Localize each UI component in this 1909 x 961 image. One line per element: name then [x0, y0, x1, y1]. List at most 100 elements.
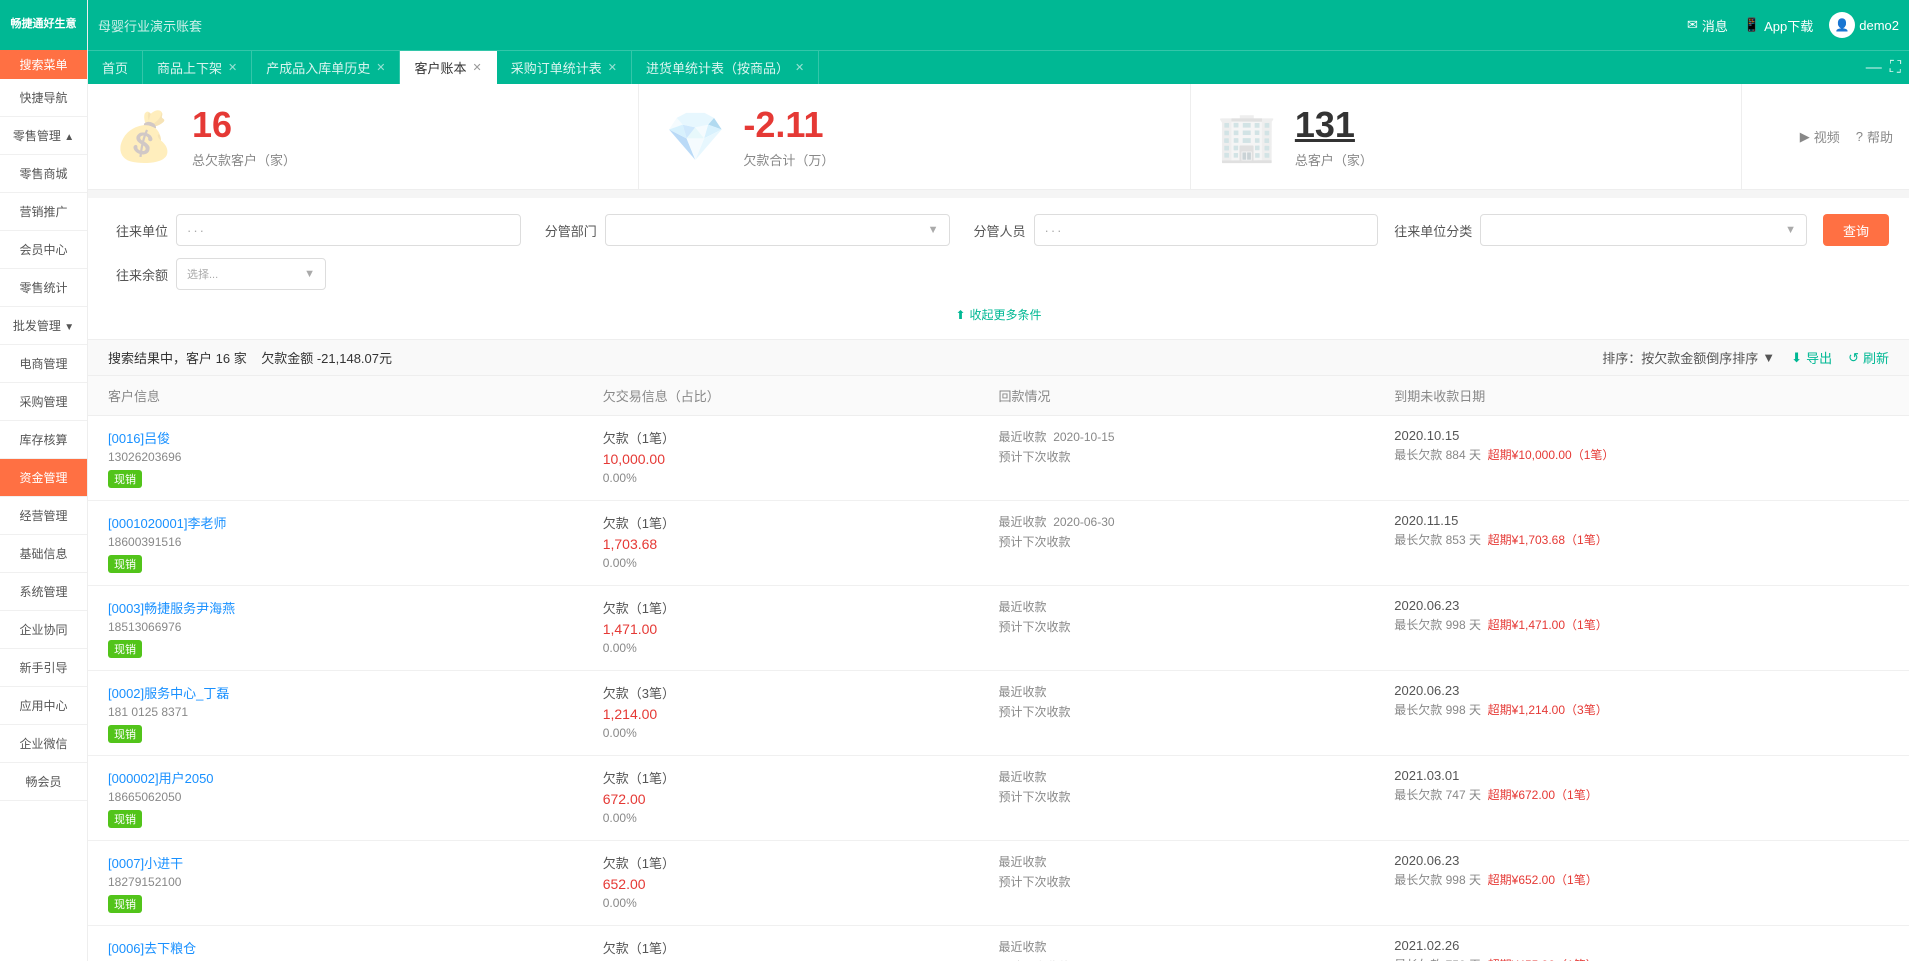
sidebar-search[interactable]: 搜索菜单 — [0, 50, 87, 79]
sidebar-item-inventory[interactable]: 库存核算 — [0, 421, 87, 459]
last-payment-0: 最近收款 2020-10-15 — [999, 428, 1395, 445]
sidebar-item-quick-nav[interactable]: 快捷导航 — [0, 79, 87, 117]
dept-label: 分管部门 — [537, 221, 597, 240]
source-unit-input[interactable]: ··· — [176, 214, 521, 246]
overdue-amount-5[interactable]: 超期¥652.00（1笔） — [1488, 873, 1598, 887]
sidebar-item-member-center[interactable]: 会员中心 — [0, 231, 87, 269]
tab-produce-history-label: 产成品入库单历史 — [266, 58, 370, 77]
customer-name-1[interactable]: [0001020001]李老师 — [108, 513, 603, 532]
refresh-button[interactable]: ↺ 刷新 — [1848, 348, 1889, 367]
user-menu[interactable]: 👤 demo2 — [1829, 12, 1899, 38]
total-customers-label: 总客户（家） — [1295, 150, 1373, 169]
results-bar: 搜索结果中，客户 16 家 欠款金额 -21,148.07元 排序：按欠款金额倒… — [88, 339, 1909, 376]
customer-name-2[interactable]: [0003]畅捷服务尹海燕 — [108, 598, 603, 617]
debt-cell-3: 欠款（3笔） 1,214.00 0.00% — [603, 683, 999, 740]
sidebar-item-capital-mgmt[interactable]: 资金管理 — [0, 459, 87, 497]
person-input[interactable]: ··· — [1034, 214, 1379, 246]
app-subtitle: 母婴行业演示账套 — [98, 16, 202, 35]
help-button[interactable]: ? 帮助 — [1856, 127, 1893, 146]
sidebar-item-enterprise-wx[interactable]: 企业微信 — [0, 725, 87, 763]
sidebar-item-retail-mgmt[interactable]: 零售管理 ▲ — [0, 117, 87, 155]
customer-name-6[interactable]: [0006]去下粮仓 — [108, 938, 603, 957]
tab-minimize-icon[interactable]: — — [1866, 59, 1882, 77]
next-payment-5: 预计下次收款 — [999, 873, 1395, 890]
dept-select[interactable]: ▼ — [605, 214, 950, 246]
sidebar-item-batch-mgmt[interactable]: 批发管理 ▼ — [0, 307, 87, 345]
due-date-1: 2020.11.15 — [1394, 513, 1889, 528]
overdue-info-5: 最长欠款 998 天 超期¥652.00（1笔） — [1394, 871, 1889, 888]
sidebar-item-app-center[interactable]: 应用中心 — [0, 687, 87, 725]
customer-cell-2: [0003]畅捷服务尹海燕 18513066976 现销 — [108, 598, 603, 658]
unit-type-select[interactable]: ▼ — [1480, 214, 1807, 246]
sidebar-item-retail-stats[interactable]: 零售统计 — [0, 269, 87, 307]
collapse-button[interactable]: ⬆ 收起更多条件 — [955, 306, 1041, 323]
customer-name-5[interactable]: [0007]小进干 — [108, 853, 603, 872]
customer-name-4[interactable]: [000002]用户2050 — [108, 768, 603, 787]
close-icon[interactable]: ✕ — [228, 61, 237, 74]
table-row: [0002]服务中心_丁磊 181 0125 8371 现销 欠款（3笔） 1,… — [88, 671, 1909, 756]
overdue-amount-3[interactable]: 超期¥1,214.00（3笔） — [1488, 703, 1608, 717]
payback-cell-2: 最近收款 预计下次收款 — [999, 598, 1395, 635]
debt-cell-2: 欠款（1笔） 1,471.00 0.00% — [603, 598, 999, 655]
tab-product-off[interactable]: 商品上下架 ✕ — [143, 51, 252, 85]
overdue-amount-4[interactable]: 超期¥672.00（1笔） — [1488, 788, 1598, 802]
app-download-button[interactable]: 📱 App下载 — [1744, 16, 1813, 35]
customer-cell-5: [0007]小进干 18279152100 现销 — [108, 853, 603, 913]
overdue-amount-2[interactable]: 超期¥1,471.00（1笔） — [1488, 618, 1608, 632]
sidebar-item-marketing[interactable]: 营销推广 — [0, 193, 87, 231]
due-cell-6: 2021.02.26 最长欠款 750 天 超期¥455.90（1笔） — [1394, 938, 1889, 961]
balance-select[interactable]: 选择... ▼ — [176, 258, 326, 290]
sidebar-item-purchase-mgmt[interactable]: 采购管理 — [0, 383, 87, 421]
filter-row-2: 往来余额 选择... ▼ — [108, 258, 1889, 290]
tab-incoming-stat[interactable]: 进货单统计表（按商品） ✕ — [632, 51, 819, 85]
due-date-2: 2020.06.23 — [1394, 598, 1889, 613]
overdue-amount-0[interactable]: 超期¥10,000.00（1笔） — [1488, 448, 1615, 462]
tab-maximize-icon[interactable]: ⛶ — [1890, 59, 1901, 77]
sidebar-item-operations[interactable]: 经营管理 — [0, 497, 87, 535]
sidebar-item-new-guide[interactable]: 新手引导 — [0, 649, 87, 687]
debt-percent-0: 0.00% — [603, 471, 999, 485]
debt-amount-3: 1,214.00 — [603, 706, 999, 722]
sidebar-item-basic-info[interactable]: 基础信息 — [0, 535, 87, 573]
stat-card-total-customers: 🏢 131 总客户（家） — [1191, 84, 1742, 189]
message-button[interactable]: ✉ 消息 — [1687, 16, 1728, 35]
query-button[interactable]: 查询 — [1823, 214, 1889, 246]
tab-product-off-label: 商品上下架 — [157, 58, 222, 77]
overdue-info-6: 最长欠款 750 天 超期¥455.90（1笔） — [1394, 956, 1889, 961]
export-button[interactable]: ⬇ 导出 — [1791, 348, 1832, 367]
close-icon[interactable]: ✕ — [795, 61, 804, 74]
debt-label-0: 欠款（1笔） — [603, 428, 999, 447]
tab-produce-history[interactable]: 产成品入库单历史 ✕ — [252, 51, 400, 85]
filter-person: 分管人员 ··· — [966, 214, 1379, 246]
sidebar: 畅捷通好生意 搜索菜单 快捷导航 零售管理 ▲ 零售商城 营销推广 会员中心 零… — [0, 0, 88, 961]
customer-name-3[interactable]: [0002]服务中心_丁磊 — [108, 683, 603, 702]
sidebar-item-ecommerce[interactable]: 电商管理 — [0, 345, 87, 383]
table-row: [0007]小进干 18279152100 现销 欠款（1笔） 652.00 0… — [88, 841, 1909, 926]
sidebar-item-system-mgmt[interactable]: 系统管理 — [0, 573, 87, 611]
overdue-amount-1[interactable]: 超期¥1,703.68（1笔） — [1488, 533, 1608, 547]
customer-phone-2: 18513066976 — [108, 620, 603, 634]
sort-selector[interactable]: 排序：按欠款金额倒序排序 ▼ — [1602, 348, 1775, 367]
close-icon[interactable]: ✕ — [376, 61, 385, 74]
customer-table: 客户信息 欠交易信息（占比） 回款情况 到期未收款日期 [0016]吕俊 130… — [88, 376, 1909, 961]
sidebar-item-member-vip[interactable]: 畅会员 — [0, 763, 87, 801]
last-payment-6: 最近收款 — [999, 938, 1395, 955]
stat-card-debt-total: 💎 -2.11 欠款合计（万） — [639, 84, 1190, 189]
close-icon[interactable]: ✕ — [608, 61, 617, 74]
video-help-button[interactable]: ▶ 视频 — [1800, 127, 1840, 146]
tab-customer-account[interactable]: 客户账本 ✕ — [400, 51, 496, 85]
debt-label-5: 欠款（1笔） — [603, 853, 999, 872]
debt-amount-5: 652.00 — [603, 876, 999, 892]
payback-cell-0: 最近收款 2020-10-15 预计下次收款 — [999, 428, 1395, 465]
tab-purchase-order[interactable]: 采购订单统计表 ✕ — [497, 51, 632, 85]
close-icon[interactable]: ✕ — [473, 61, 482, 74]
sidebar-item-enterprise[interactable]: 企业协同 — [0, 611, 87, 649]
tab-home[interactable]: 首页 — [88, 51, 143, 85]
payback-cell-5: 最近收款 预计下次收款 — [999, 853, 1395, 890]
debt-amount-4: 672.00 — [603, 791, 999, 807]
table-row: [0003]畅捷服务尹海燕 18513066976 现销 欠款（1笔） 1,47… — [88, 586, 1909, 671]
customer-name-0[interactable]: [0016]吕俊 — [108, 428, 603, 447]
sidebar-item-retail-mall[interactable]: 零售商城 — [0, 155, 87, 193]
debt-cell-4: 欠款（1笔） 672.00 0.00% — [603, 768, 999, 825]
table-row: [000002]用户2050 18665062050 现销 欠款（1笔） 672… — [88, 756, 1909, 841]
